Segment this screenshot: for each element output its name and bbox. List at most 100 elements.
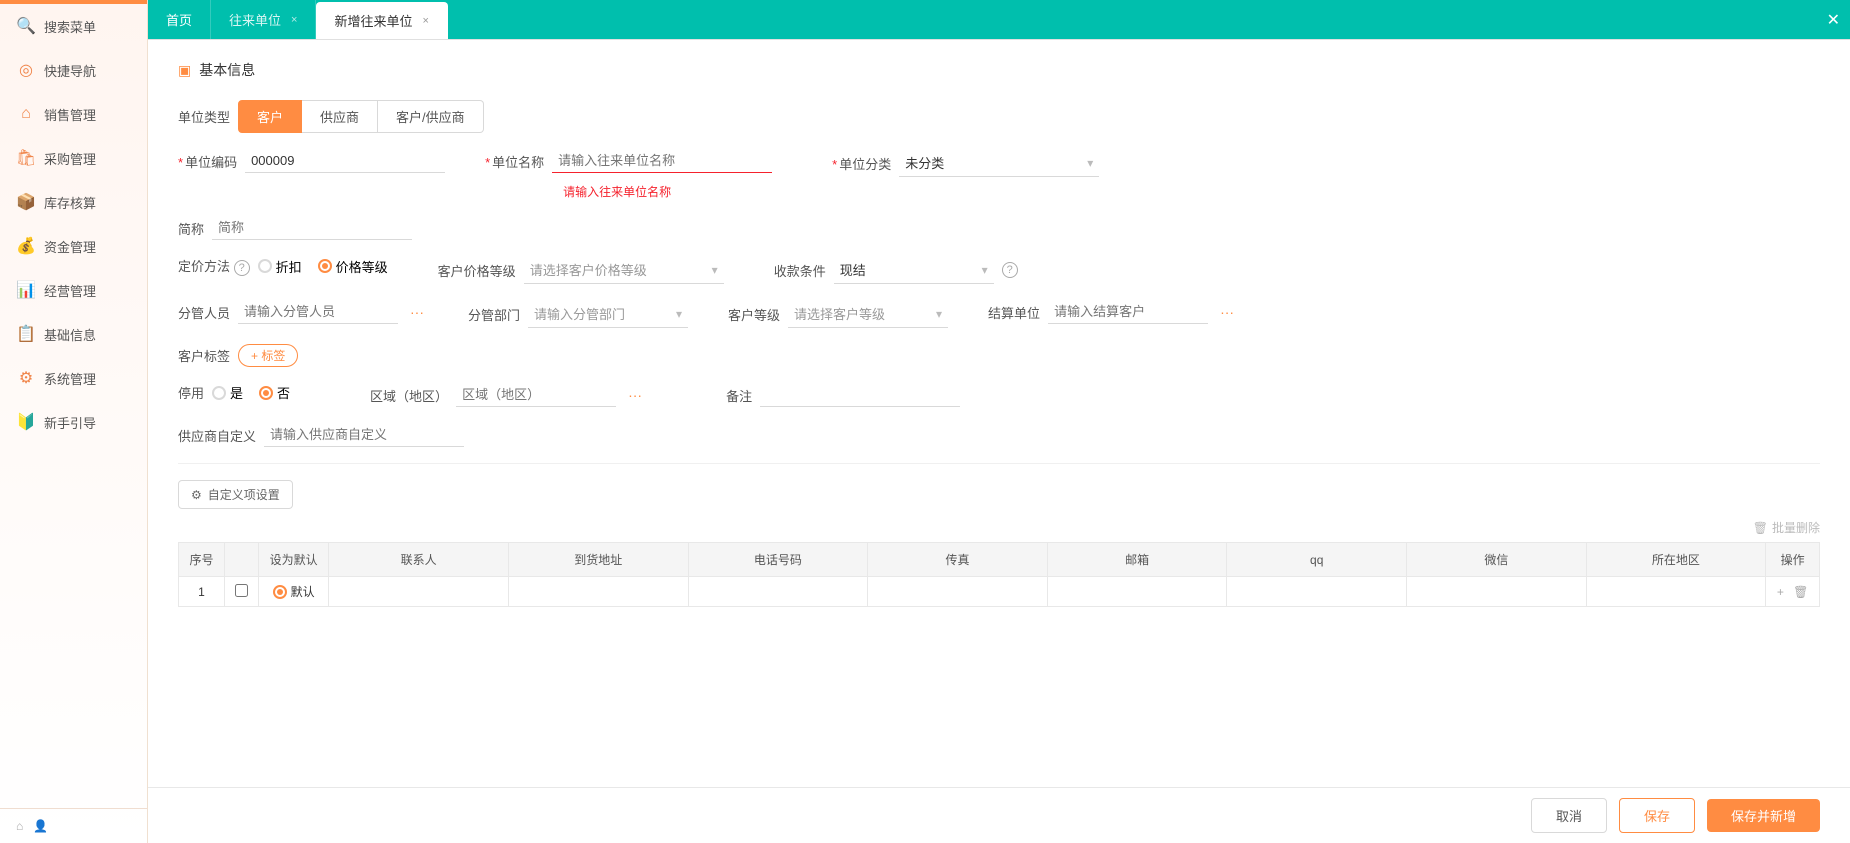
- row-qq-input[interactable]: [1237, 585, 1396, 599]
- remark-input[interactable]: [760, 383, 960, 407]
- sidebar-label-guide: 新手引导: [44, 413, 96, 432]
- row-default-radio-item[interactable]: 默认: [269, 583, 318, 600]
- sales-icon: ⌂: [16, 104, 36, 124]
- disabled-radio-group: 是 否: [212, 383, 290, 402]
- supplier-custom-row: 供应商自定义: [178, 423, 1820, 447]
- row-ops: + 🗑: [1766, 577, 1820, 607]
- search-icon: 🔍: [16, 16, 36, 36]
- row-contact[interactable]: [329, 577, 509, 607]
- row-phone-input[interactable]: [699, 585, 858, 599]
- home-bottom-icon[interactable]: ⌂: [16, 819, 23, 833]
- user-bottom-icon[interactable]: 👤: [33, 819, 48, 833]
- sidebar-item-sales[interactable]: ⌂ 销售管理: [0, 92, 147, 136]
- payment-terms-help[interactable]: ?: [1002, 262, 1018, 278]
- add-tag-button[interactable]: + 标签: [238, 344, 298, 367]
- save-button[interactable]: 保存: [1619, 798, 1695, 833]
- tab-new-partner-label: 新增往来单位: [334, 11, 412, 30]
- save-new-button[interactable]: 保存并新增: [1707, 799, 1820, 832]
- disabled-no-label: 否: [277, 383, 290, 402]
- sidebar-item-search[interactable]: 🔍 搜索菜单: [0, 4, 147, 48]
- unit-type-both[interactable]: 客户/供应商: [378, 100, 484, 133]
- disabled-no-option[interactable]: 否: [259, 383, 290, 402]
- unit-name-error: 请输入往来单位名称: [563, 185, 671, 199]
- manager-input[interactable]: [238, 300, 398, 324]
- sidebar-item-finance[interactable]: 💰 资金管理: [0, 224, 147, 268]
- sidebar-item-inventory[interactable]: 📦 库存核算: [0, 180, 147, 224]
- tab-new-partner-close[interactable]: ×: [422, 15, 428, 27]
- row-email[interactable]: [1047, 577, 1227, 607]
- row-region-input[interactable]: [1597, 585, 1756, 599]
- pricing-discount-option[interactable]: 折扣: [258, 257, 302, 276]
- batch-delete-label[interactable]: 批量删除: [1772, 519, 1820, 536]
- unit-type-customer[interactable]: 客户: [238, 100, 302, 133]
- payment-terms-value: 现结: [840, 260, 866, 279]
- manager-more-btn[interactable]: ···: [406, 304, 428, 320]
- row-checkbox[interactable]: [235, 584, 248, 597]
- sidebar-item-basic[interactable]: 📋 基础信息: [0, 312, 147, 356]
- row-fax[interactable]: [868, 577, 1048, 607]
- payment-terms-label: 收款条件: [774, 261, 826, 280]
- disabled-no-radio: [259, 386, 273, 400]
- short-name-input[interactable]: [212, 216, 412, 240]
- region-input[interactable]: [456, 383, 616, 407]
- row-delete-btn[interactable]: 🗑: [1793, 585, 1808, 599]
- payment-terms-select[interactable]: 现结 ▾: [834, 256, 994, 284]
- customer-price-level-select[interactable]: 请选择客户价格等级 ▾: [524, 256, 724, 284]
- custom-settings-area: ⚙ 自定义项设置: [178, 480, 1820, 509]
- cancel-button[interactable]: 取消: [1531, 798, 1607, 833]
- settlement-unit-input[interactable]: [1048, 300, 1208, 324]
- customer-level-select[interactable]: 请选择客户等级 ▾: [788, 300, 948, 328]
- row-add-btn[interactable]: +: [1777, 585, 1784, 599]
- customer-level-label: 客户等级: [728, 305, 780, 324]
- row-address[interactable]: [508, 577, 688, 607]
- tab-partner[interactable]: 往来单位 ×: [211, 0, 316, 39]
- disabled-yes-option[interactable]: 是: [212, 383, 243, 402]
- row-fax-input[interactable]: [878, 585, 1037, 599]
- department-select[interactable]: 请输入分管部门 ▾: [528, 300, 688, 328]
- customer-level-group: 客户等级 请选择客户等级 ▾: [728, 300, 948, 328]
- settlement-more-btn[interactable]: ···: [1216, 304, 1238, 320]
- custom-settings-button[interactable]: ⚙ 自定义项设置: [178, 480, 293, 509]
- region-more-btn[interactable]: ···: [624, 387, 646, 403]
- form-footer: 取消 保存 保存并新增: [148, 787, 1850, 843]
- customer-level-placeholder: 请选择客户等级: [794, 304, 885, 323]
- row-wechat[interactable]: [1407, 577, 1587, 607]
- sidebar-item-operations[interactable]: 📊 经营管理: [0, 268, 147, 312]
- pricing-method-help[interactable]: ?: [234, 260, 250, 276]
- row-email-input[interactable]: [1058, 585, 1217, 599]
- supplier-custom-input[interactable]: [264, 423, 464, 447]
- row-qq[interactable]: [1227, 577, 1407, 607]
- purchase-icon: 🛍: [16, 148, 36, 168]
- col-fax: 传真: [868, 543, 1048, 577]
- window-close-button[interactable]: ✕: [1827, 10, 1840, 30]
- sidebar-item-quick-nav[interactable]: ◎ 快捷导航: [0, 48, 147, 92]
- row-wechat-input[interactable]: [1417, 585, 1576, 599]
- unit-type-supplier[interactable]: 供应商: [302, 100, 378, 133]
- pricing-level-option[interactable]: 价格等级: [318, 257, 388, 276]
- tab-home[interactable]: 首页: [148, 0, 211, 39]
- customer-tag-row: 客户标签 + 标签: [178, 344, 1820, 367]
- unit-name-label: *单位名称: [485, 152, 544, 171]
- sidebar-item-purchase[interactable]: 🛍 采购管理: [0, 136, 147, 180]
- unit-code-group: *单位编码: [178, 149, 445, 173]
- basic-info-icon: 📋: [16, 324, 36, 344]
- department-placeholder: 请输入分管部门: [534, 304, 625, 323]
- unit-code-input[interactable]: [245, 149, 445, 173]
- row-address-input[interactable]: [519, 585, 678, 599]
- sidebar-item-system[interactable]: ⚙ 系统管理: [0, 356, 147, 400]
- row-checkbox-cell: [224, 577, 258, 607]
- unit-category-select[interactable]: 未分类 ▾: [899, 149, 1099, 177]
- unit-category-group: *单位分类 未分类 ▾: [832, 149, 1099, 177]
- sidebar-label-basic: 基础信息: [44, 325, 96, 344]
- row-phone[interactable]: [688, 577, 868, 607]
- tab-new-partner[interactable]: 新增往来单位 ×: [316, 2, 447, 39]
- pricing-method-group: 定价方法 ? 折扣 价格等级: [178, 256, 388, 276]
- manager-label: 分管人员: [178, 303, 230, 322]
- sidebar-item-guide[interactable]: 🔰 新手引导: [0, 400, 147, 444]
- unit-name-input[interactable]: [552, 149, 772, 173]
- row-region[interactable]: [1586, 577, 1766, 607]
- row-contact-input[interactable]: [339, 585, 498, 599]
- disabled-group: 停用 是 否: [178, 383, 290, 402]
- tab-partner-close[interactable]: ×: [291, 14, 297, 26]
- customer-tag-group: 客户标签 + 标签: [178, 344, 298, 367]
